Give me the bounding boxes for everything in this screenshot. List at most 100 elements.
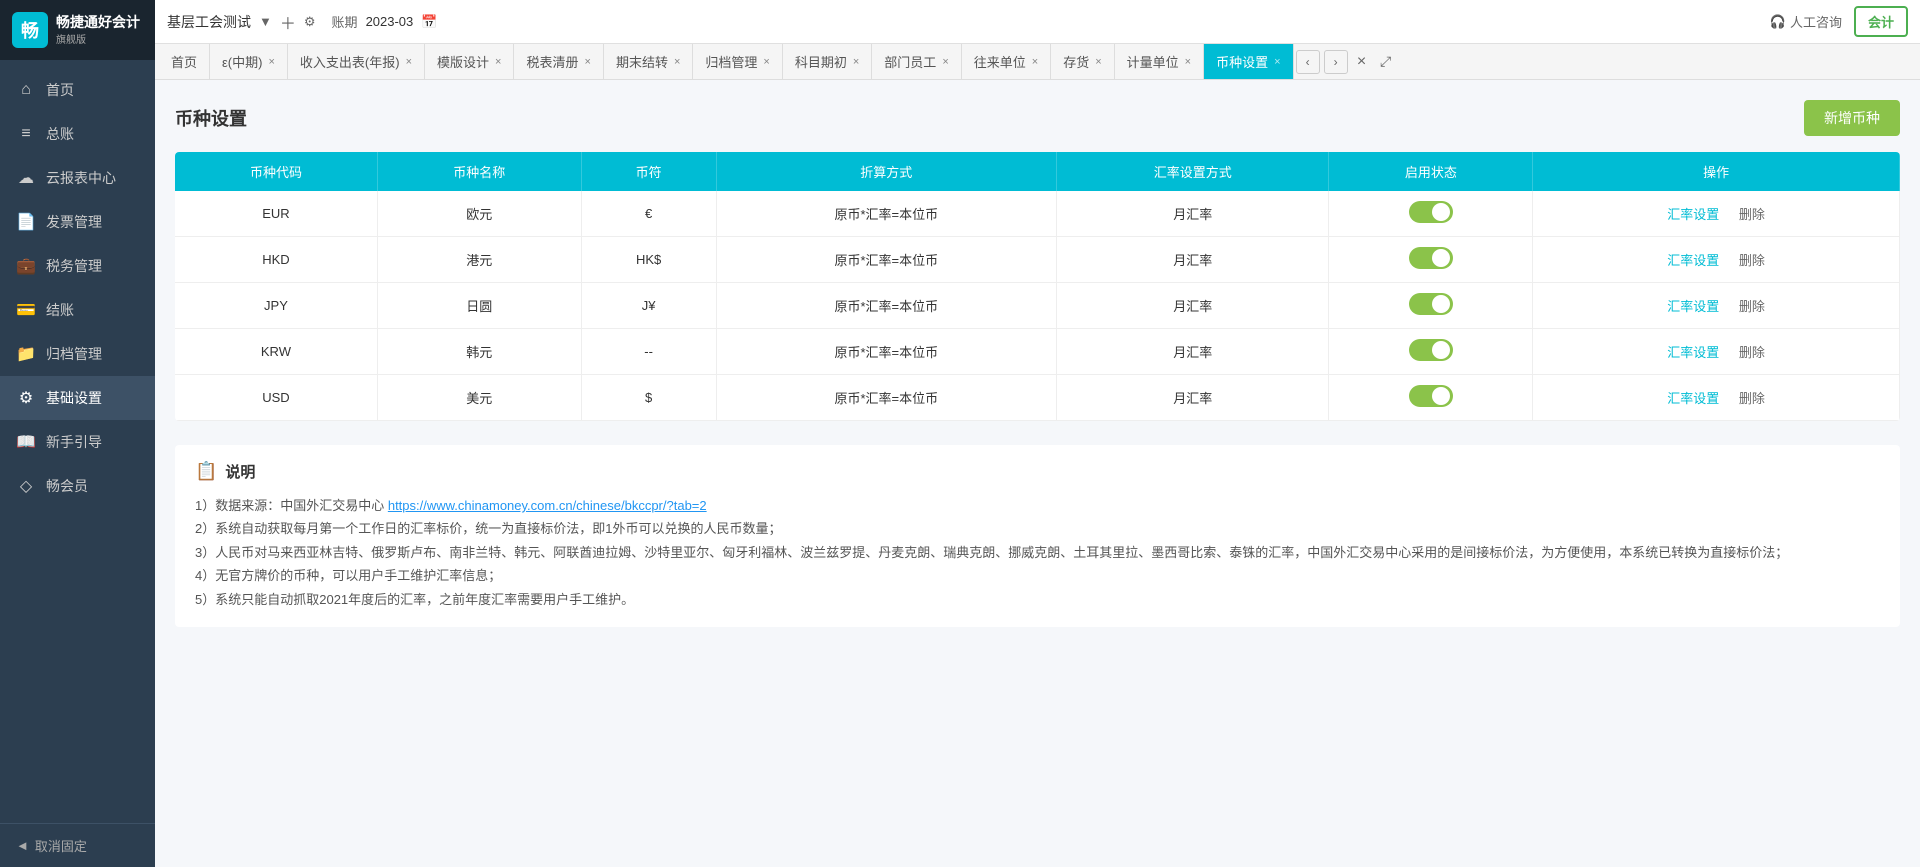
china-money-link[interactable]: https://www.chinamoney.com.cn/chinese/bk… [388,498,707,513]
cell-symbol-1: HK$ [581,237,716,283]
tab-close-all[interactable]: × [1350,50,1374,74]
col-rate-type: 汇率设置方式 [1056,152,1329,191]
account-button[interactable]: 会计 [1854,6,1908,37]
sidebar-item-basic[interactable]: ⚙ 基础设置 [0,376,155,420]
tab-archive-close[interactable]: × [763,56,769,68]
cell-name-1: 港元 [377,237,581,283]
cell-code-1: HKD [175,237,377,283]
tab-currency-close[interactable]: × [1274,56,1280,68]
table-row: JPY 日圆 J¥ 原币*汇率=本位币 月汇率 汇率设置 删除 [175,283,1900,329]
tab-customer-label: 往来单位 [974,52,1026,71]
tab-period-end-close[interactable]: × [674,56,680,68]
cell-calc-0: 原币*汇率=本位币 [716,191,1056,237]
tab-home[interactable]: 首页 [159,44,210,79]
cell-rate-3: 月汇率 [1056,329,1329,375]
tab-income-close[interactable]: × [406,56,412,68]
cell-toggle-4[interactable] [1329,375,1533,421]
toggle-3[interactable] [1409,339,1453,361]
sidebar-item-settlement[interactable]: 💳 结账 [0,288,155,332]
topbar-right: 🎧 人工咨询 会计 [1770,6,1908,37]
tab-balance[interactable]: ε(中期) × [210,44,288,79]
tab-dept[interactable]: 部门员工 × [872,44,961,79]
tab-balance-close[interactable]: × [268,56,274,68]
note-1: 1）数据来源：中国外汇交易中心 https://www.chinamoney.c… [195,494,1880,517]
note-2: 2）系统自动获取每月第一个工作日的汇率标价，统一为直接标价法，即1外币可以兑换的… [195,517,1880,540]
toggle-2[interactable] [1409,293,1453,315]
sidebar-item-member[interactable]: ◇ 畅会员 [0,464,155,508]
cell-toggle-0[interactable] [1329,191,1533,237]
cell-toggle-2[interactable] [1329,283,1533,329]
cell-toggle-1[interactable] [1329,237,1533,283]
tab-income[interactable]: 收入支出表(年报) × [288,44,425,79]
rate-setting-link-0[interactable]: 汇率设置 [1667,207,1719,222]
toggle-thumb-0 [1432,203,1450,221]
ledger-icon: ≡ [16,125,36,143]
toggle-1[interactable] [1409,247,1453,269]
delete-link-1[interactable]: 删除 [1739,253,1765,268]
sidebar-pin-toggle[interactable]: ◄ 取消固定 [0,823,155,867]
tab-dept-close[interactable]: × [942,56,948,68]
tab-stock-close[interactable]: × [1095,56,1101,68]
note-4: 4）无官方牌价的币种，可以用户手工维护汇率信息； [195,564,1880,587]
new-currency-button[interactable]: 新增币种 [1804,100,1900,136]
page-header: 币种设置 新增币种 [175,100,1900,136]
toggle-track-4 [1409,385,1453,407]
company-dropdown-icon[interactable]: ▼ [259,14,272,29]
tab-template[interactable]: 模版设计 × [425,44,514,79]
tab-expand[interactable]: ⤢ [1374,50,1398,74]
tab-tax[interactable]: 税表清册 × [514,44,603,79]
rate-setting-link-4[interactable]: 汇率设置 [1667,391,1719,406]
tab-tax-close[interactable]: × [585,56,591,68]
toggle-4[interactable] [1409,385,1453,407]
calendar-icon[interactable]: 📅 [421,14,437,30]
cell-toggle-3[interactable] [1329,329,1533,375]
sidebar-item-archive[interactable]: 📁 归档管理 [0,332,155,376]
tab-subject-close[interactable]: × [853,56,859,68]
delete-link-3[interactable]: 删除 [1739,345,1765,360]
sidebar-item-tax[interactable]: 💼 税务管理 [0,244,155,288]
toggle-thumb-2 [1432,295,1450,313]
table-row: KRW 韩元 -- 原币*汇率=本位币 月汇率 汇率设置 删除 [175,329,1900,375]
sidebar-item-guide[interactable]: 📖 新手引导 [0,420,155,464]
add-company-icon[interactable]: ＋ [280,10,296,34]
tab-stock[interactable]: 存货 × [1051,44,1114,79]
tab-subject[interactable]: 科目期初 × [783,44,872,79]
delete-link-0[interactable]: 删除 [1739,207,1765,222]
col-action: 操作 [1533,152,1900,191]
sidebar-item-home[interactable]: ⌂ 首页 [0,68,155,112]
delete-link-2[interactable]: 删除 [1739,299,1765,314]
tab-unit-close[interactable]: × [1185,56,1191,68]
delete-link-4[interactable]: 删除 [1739,391,1765,406]
tab-unit[interactable]: 计量单位 × [1115,44,1204,79]
reports-icon: ☁ [16,168,36,188]
tab-nav-prev[interactable]: ‹ [1296,50,1320,74]
cell-calc-3: 原币*汇率=本位币 [716,329,1056,375]
tab-period-end[interactable]: 期末结转 × [604,44,693,79]
table-row: USD 美元 $ 原币*汇率=本位币 月汇率 汇率设置 删除 [175,375,1900,421]
notes-icon: 📋 [195,461,217,482]
sidebar-item-ledger[interactable]: ≡ 总账 [0,112,155,156]
toggle-0[interactable] [1409,201,1453,223]
tab-currency[interactable]: 币种设置 × [1204,44,1293,79]
sidebar-item-invoice[interactable]: 📄 发票管理 [0,200,155,244]
customer-service-btn[interactable]: 🎧 人工咨询 [1770,12,1842,31]
table-row: EUR 欧元 € 原币*汇率=本位币 月汇率 汇率设置 删除 [175,191,1900,237]
toggle-track-2 [1409,293,1453,315]
tab-stock-label: 存货 [1063,52,1089,71]
tab-archive[interactable]: 归档管理 × [693,44,782,79]
settings-icon[interactable]: ⚙ [304,14,316,30]
sidebar-item-reports[interactable]: ☁ 云报表中心 [0,156,155,200]
rate-setting-link-2[interactable]: 汇率设置 [1667,299,1719,314]
tab-customer-close[interactable]: × [1032,56,1038,68]
rate-setting-link-1[interactable]: 汇率设置 [1667,253,1719,268]
cell-name-0: 欧元 [377,191,581,237]
tab-customer[interactable]: 往来单位 × [962,44,1051,79]
cell-rate-2: 月汇率 [1056,283,1329,329]
tab-period-end-label: 期末结转 [616,52,668,71]
cell-calc-4: 原币*汇率=本位币 [716,375,1056,421]
rate-setting-link-3[interactable]: 汇率设置 [1667,345,1719,360]
tab-nav-next[interactable]: › [1324,50,1348,74]
sidebar-item-home-label: 首页 [46,80,74,100]
tab-template-close[interactable]: × [495,56,501,68]
topbar: 基层工会测试 ▼ ＋ ⚙ 账期 2023-03 📅 🎧 人工咨询 会计 [155,0,1920,44]
